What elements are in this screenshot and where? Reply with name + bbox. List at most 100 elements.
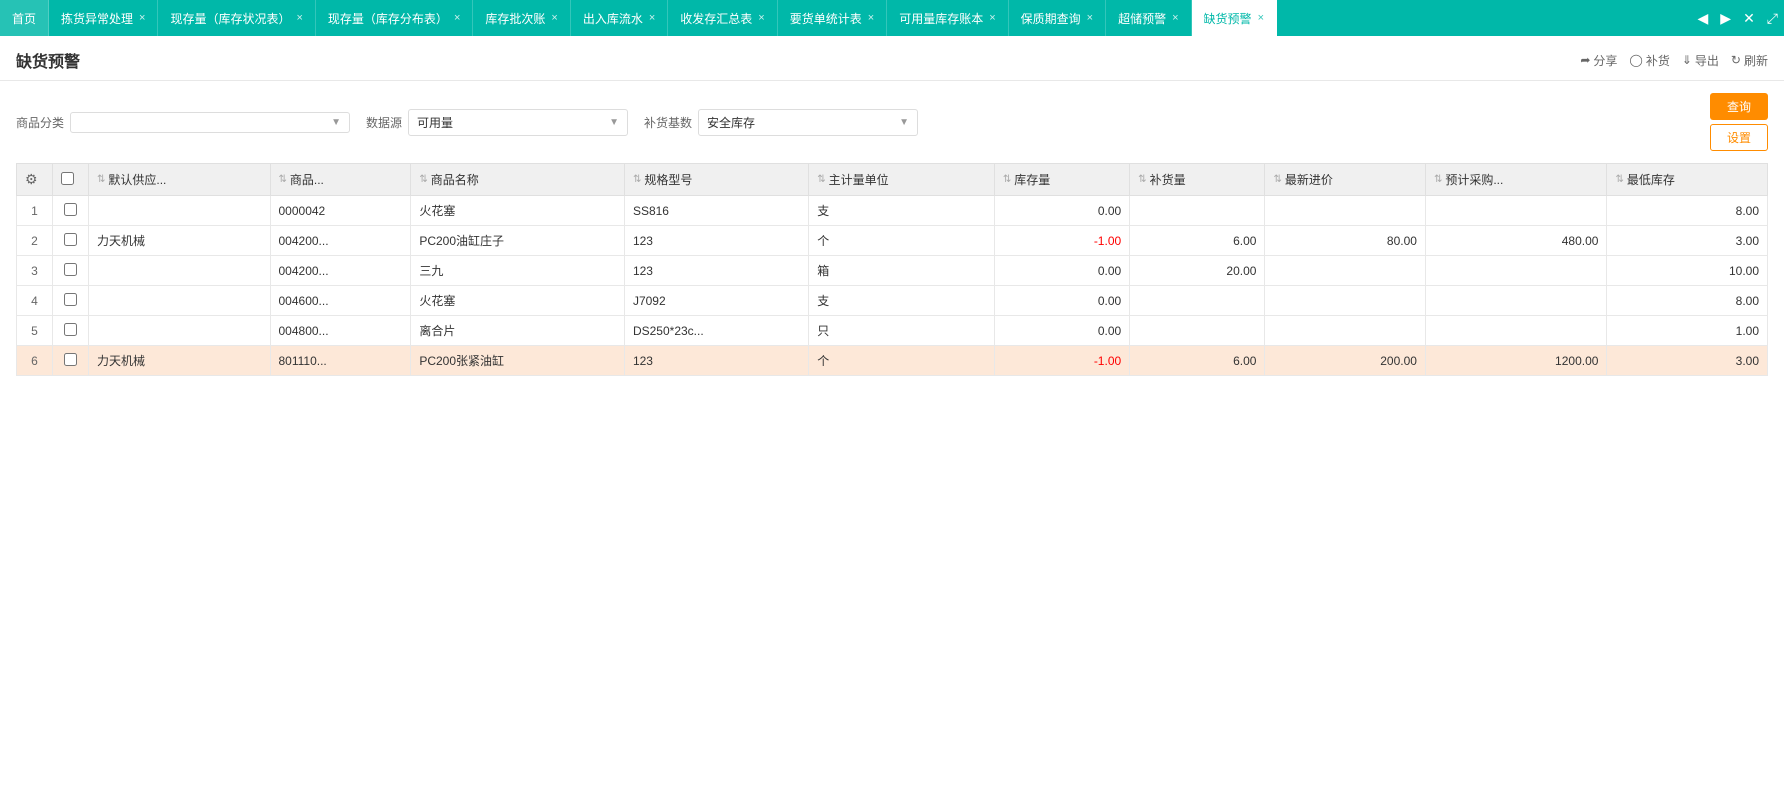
tab-inventory-dist-close[interactable]: × xyxy=(454,12,460,24)
col-replenish-sort-icon[interactable]: ⇅ xyxy=(1138,174,1146,185)
category-select[interactable]: ▼ xyxy=(70,112,350,133)
tab-available-label: 可用量库存账本 xyxy=(899,10,983,27)
filter-area: 商品分类 ▼ 数据源 可用量 ▼ 补货基数 安全库存 ▼ 查询 设置 xyxy=(0,81,1784,163)
tab-expiry[interactable]: 保质期查询 × xyxy=(1009,0,1106,36)
nav-close-btn[interactable]: ✕ xyxy=(1737,0,1761,36)
col-spec-sort-icon[interactable]: ⇅ xyxy=(633,174,641,185)
nav-prev-btn[interactable]: ◀ xyxy=(1692,0,1715,36)
share-button[interactable]: ➦ 分享 xyxy=(1580,52,1617,69)
row-checkbox-3[interactable] xyxy=(53,256,89,286)
row-min-stock-3: 10.00 xyxy=(1607,256,1768,286)
row-code-5: 004800... xyxy=(270,316,411,346)
row-num-6: 6 xyxy=(17,346,53,376)
row-checkbox-4[interactable] xyxy=(53,286,89,316)
row-checkbox-2[interactable] xyxy=(53,226,89,256)
col-latest-price-sort-icon[interactable]: ⇅ xyxy=(1273,174,1281,185)
tab-flow-close[interactable]: × xyxy=(649,12,655,24)
table-gear-icon[interactable]: ⚙ xyxy=(25,171,38,187)
tab-flow[interactable]: 出入库流水 × xyxy=(571,0,668,36)
row-latest-price-1 xyxy=(1265,196,1425,226)
row-min-stock-5: 1.00 xyxy=(1607,316,1768,346)
replenish-button[interactable]: ◯ 补货 xyxy=(1629,52,1669,69)
row-supplier-4 xyxy=(89,286,271,316)
row-est-purchase-5 xyxy=(1425,316,1607,346)
row-select-6[interactable] xyxy=(64,353,77,366)
nav-next-btn[interactable]: ▶ xyxy=(1714,0,1737,36)
tab-overstock[interactable]: 超储预警 × xyxy=(1106,0,1191,36)
tab-home-label: 首页 xyxy=(12,10,36,27)
row-checkbox-6[interactable] xyxy=(53,346,89,376)
col-gear: ⚙ xyxy=(17,164,53,196)
tab-shortage-close[interactable]: × xyxy=(1258,12,1264,24)
row-num-5: 5 xyxy=(17,316,53,346)
row-min-stock-6: 3.00 xyxy=(1607,346,1768,376)
row-min-stock-2: 3.00 xyxy=(1607,226,1768,256)
row-latest-price-6: 200.00 xyxy=(1265,346,1425,376)
row-select-1[interactable] xyxy=(64,203,77,216)
refresh-icon: ↻ xyxy=(1731,53,1741,67)
table-row: 5 004800... 离合片 DS250*23c... 只 0.00 1.00 xyxy=(17,316,1768,346)
row-checkbox-1[interactable] xyxy=(53,196,89,226)
col-unit-sort-icon[interactable]: ⇅ xyxy=(817,174,825,185)
tab-order-stats-close[interactable]: × xyxy=(868,12,874,24)
tab-batch-close[interactable]: × xyxy=(551,12,557,24)
tab-summary-close[interactable]: × xyxy=(758,12,764,24)
row-latest-price-4 xyxy=(1265,286,1425,316)
col-stock-sort-icon[interactable]: ⇅ xyxy=(1003,174,1011,185)
col-supplier-label: 默认供应... xyxy=(108,171,166,188)
row-stock-5: 0.00 xyxy=(994,316,1129,346)
tab-home[interactable]: 首页 xyxy=(0,0,49,36)
nav-expand-btn[interactable]: ⤢ xyxy=(1761,0,1784,36)
col-code-sort-icon[interactable]: ⇅ xyxy=(279,174,287,185)
select-all-checkbox[interactable] xyxy=(61,172,74,185)
col-code: ⇅ 商品... xyxy=(270,164,411,196)
category-filter-group: 商品分类 ▼ xyxy=(16,112,350,133)
settings-button[interactable]: 设置 xyxy=(1710,124,1768,151)
tab-summary[interactable]: 收发存汇总表 × xyxy=(668,0,777,36)
tab-expiry-close[interactable]: × xyxy=(1087,12,1093,24)
row-select-5[interactable] xyxy=(64,323,77,336)
row-est-purchase-2: 480.00 xyxy=(1425,226,1607,256)
row-select-4[interactable] xyxy=(64,293,77,306)
page-title: 缺货预警 xyxy=(16,48,80,72)
datasource-select[interactable]: 可用量 ▼ xyxy=(408,109,628,136)
row-spec-2: 123 xyxy=(624,226,808,256)
row-spec-1: SS816 xyxy=(624,196,808,226)
table-container: ⚙ ⇅ 默认供应... ⇅ 商品... xyxy=(0,163,1784,392)
row-code-1: 0000042 xyxy=(270,196,411,226)
tab-inventory-status-close[interactable]: × xyxy=(296,12,302,24)
replenish-base-select[interactable]: 安全库存 ▼ xyxy=(698,109,918,136)
tab-inventory-status[interactable]: 现存量（库存状况表） × xyxy=(158,0,315,36)
row-select-2[interactable] xyxy=(64,233,77,246)
filter-actions: 查询 设置 xyxy=(1710,93,1768,151)
col-name-sort-icon[interactable]: ⇅ xyxy=(419,174,427,185)
tab-inventory-dist[interactable]: 现存量（库存分布表） × xyxy=(316,0,473,36)
row-checkbox-5[interactable] xyxy=(53,316,89,346)
row-name-1: 火花塞 xyxy=(411,196,625,226)
row-latest-price-2: 80.00 xyxy=(1265,226,1425,256)
col-min-stock-sort-icon[interactable]: ⇅ xyxy=(1615,174,1623,185)
datasource-label: 数据源 xyxy=(366,114,402,131)
row-select-3[interactable] xyxy=(64,263,77,276)
tab-order-stats[interactable]: 要货单统计表 × xyxy=(778,0,887,36)
category-dropdown-icon: ▼ xyxy=(331,117,341,128)
query-button[interactable]: 查询 xyxy=(1710,93,1768,120)
tab-picking[interactable]: 拣货异常处理 × xyxy=(49,0,158,36)
row-est-purchase-1 xyxy=(1425,196,1607,226)
tab-shortage[interactable]: 缺货预警 × xyxy=(1192,0,1277,36)
export-button[interactable]: ⇓ 导出 xyxy=(1682,52,1719,69)
row-unit-1: 支 xyxy=(809,196,995,226)
tab-available-close[interactable]: × xyxy=(989,12,995,24)
replenish-base-label: 补货基数 xyxy=(644,114,692,131)
refresh-button[interactable]: ↻ 刷新 xyxy=(1731,52,1768,69)
col-supplier-sort-icon[interactable]: ⇅ xyxy=(97,174,105,185)
tab-batch[interactable]: 库存批次账 × xyxy=(473,0,570,36)
col-est-purchase-sort-icon[interactable]: ⇅ xyxy=(1434,174,1442,185)
col-code-label: 商品... xyxy=(290,171,324,188)
tab-overstock-close[interactable]: × xyxy=(1172,12,1178,24)
shortage-table: ⚙ ⇅ 默认供应... ⇅ 商品... xyxy=(16,163,1768,376)
tab-available[interactable]: 可用量库存账本 × xyxy=(887,0,1008,36)
row-est-purchase-3 xyxy=(1425,256,1607,286)
col-spec-label: 规格型号 xyxy=(644,171,692,188)
tab-picking-close[interactable]: × xyxy=(139,12,145,24)
